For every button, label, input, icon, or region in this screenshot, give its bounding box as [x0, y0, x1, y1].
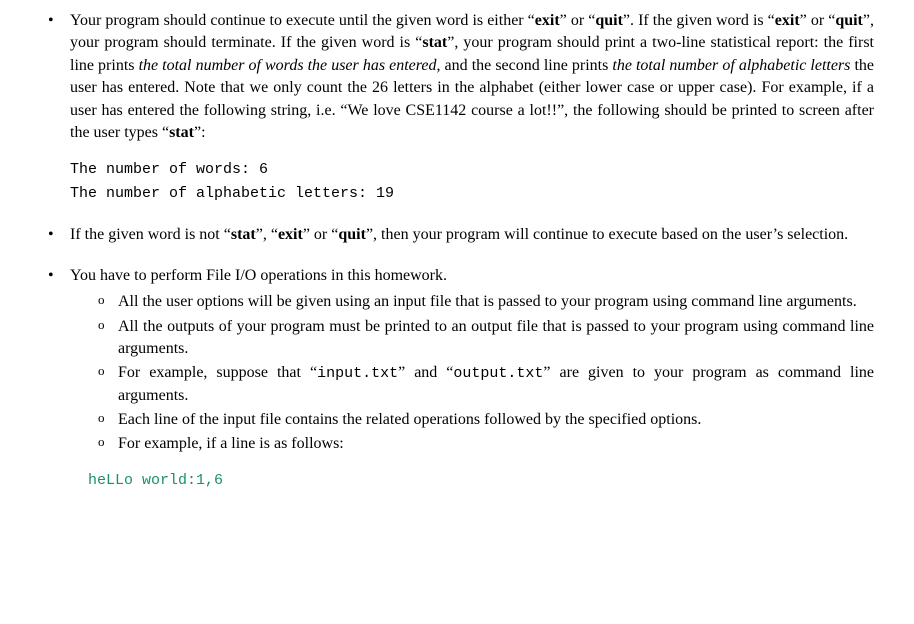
italic-text: the total number of alphabetic letters	[612, 57, 850, 74]
sub-item: For example, suppose that “input.txt” an…	[70, 362, 874, 407]
paragraph-1: Your program should continue to execute …	[70, 10, 874, 144]
bullet-item-1: Your program should continue to execute …	[40, 10, 874, 206]
bold-text: exit	[775, 12, 800, 29]
bold-text: exit	[278, 226, 303, 243]
text: , and the second line prints	[437, 57, 613, 74]
italic-text: the total number of words the user has e…	[139, 57, 437, 74]
bold-text: quit	[835, 12, 863, 29]
text: ” and “	[398, 364, 453, 381]
text: Your program should continue to execute …	[70, 12, 535, 29]
text: If the given word is not “	[70, 226, 231, 243]
code-line: The number of words: 6	[70, 158, 874, 182]
bold-text: stat	[169, 124, 194, 141]
text: ” or “	[560, 12, 596, 29]
text: ”, “	[256, 226, 278, 243]
bold-text: quit	[338, 226, 366, 243]
paragraph-3: You have to perform File I/O operations …	[70, 265, 874, 287]
mono-text: output.txt	[453, 365, 543, 382]
text: ”:	[194, 124, 206, 141]
bullet-item-3: You have to perform File I/O operations …	[40, 265, 874, 491]
text: ” or “	[800, 12, 836, 29]
example-code-line: heLLo world:1,6	[88, 470, 874, 491]
sub-bullet-list: All the user options will be given using…	[70, 291, 874, 456]
main-bullet-list: Your program should continue to execute …	[40, 10, 874, 491]
sub-item: Each line of the input file contains the…	[70, 409, 874, 431]
text: ”, then your program will continue to ex…	[366, 226, 848, 243]
bold-text: stat	[231, 226, 256, 243]
code-output-block: The number of words: 6 The number of alp…	[70, 158, 874, 206]
paragraph-2: If the given word is not “stat”, “exit” …	[70, 224, 874, 246]
text: For example, suppose that “	[118, 364, 317, 381]
text: ” or “	[303, 226, 339, 243]
mono-text: input.txt	[317, 365, 398, 382]
sub-item: All the outputs of your program must be …	[70, 316, 874, 361]
bold-text: stat	[422, 34, 447, 51]
text: ”. If the given word is “	[623, 12, 775, 29]
sub-item: For example, if a line is as follows:	[70, 433, 874, 455]
bold-text: exit	[535, 12, 560, 29]
bold-text: quit	[595, 12, 623, 29]
code-line: The number of alphabetic letters: 19	[70, 182, 874, 206]
bullet-item-2: If the given word is not “stat”, “exit” …	[40, 224, 874, 246]
sub-item: All the user options will be given using…	[70, 291, 874, 313]
